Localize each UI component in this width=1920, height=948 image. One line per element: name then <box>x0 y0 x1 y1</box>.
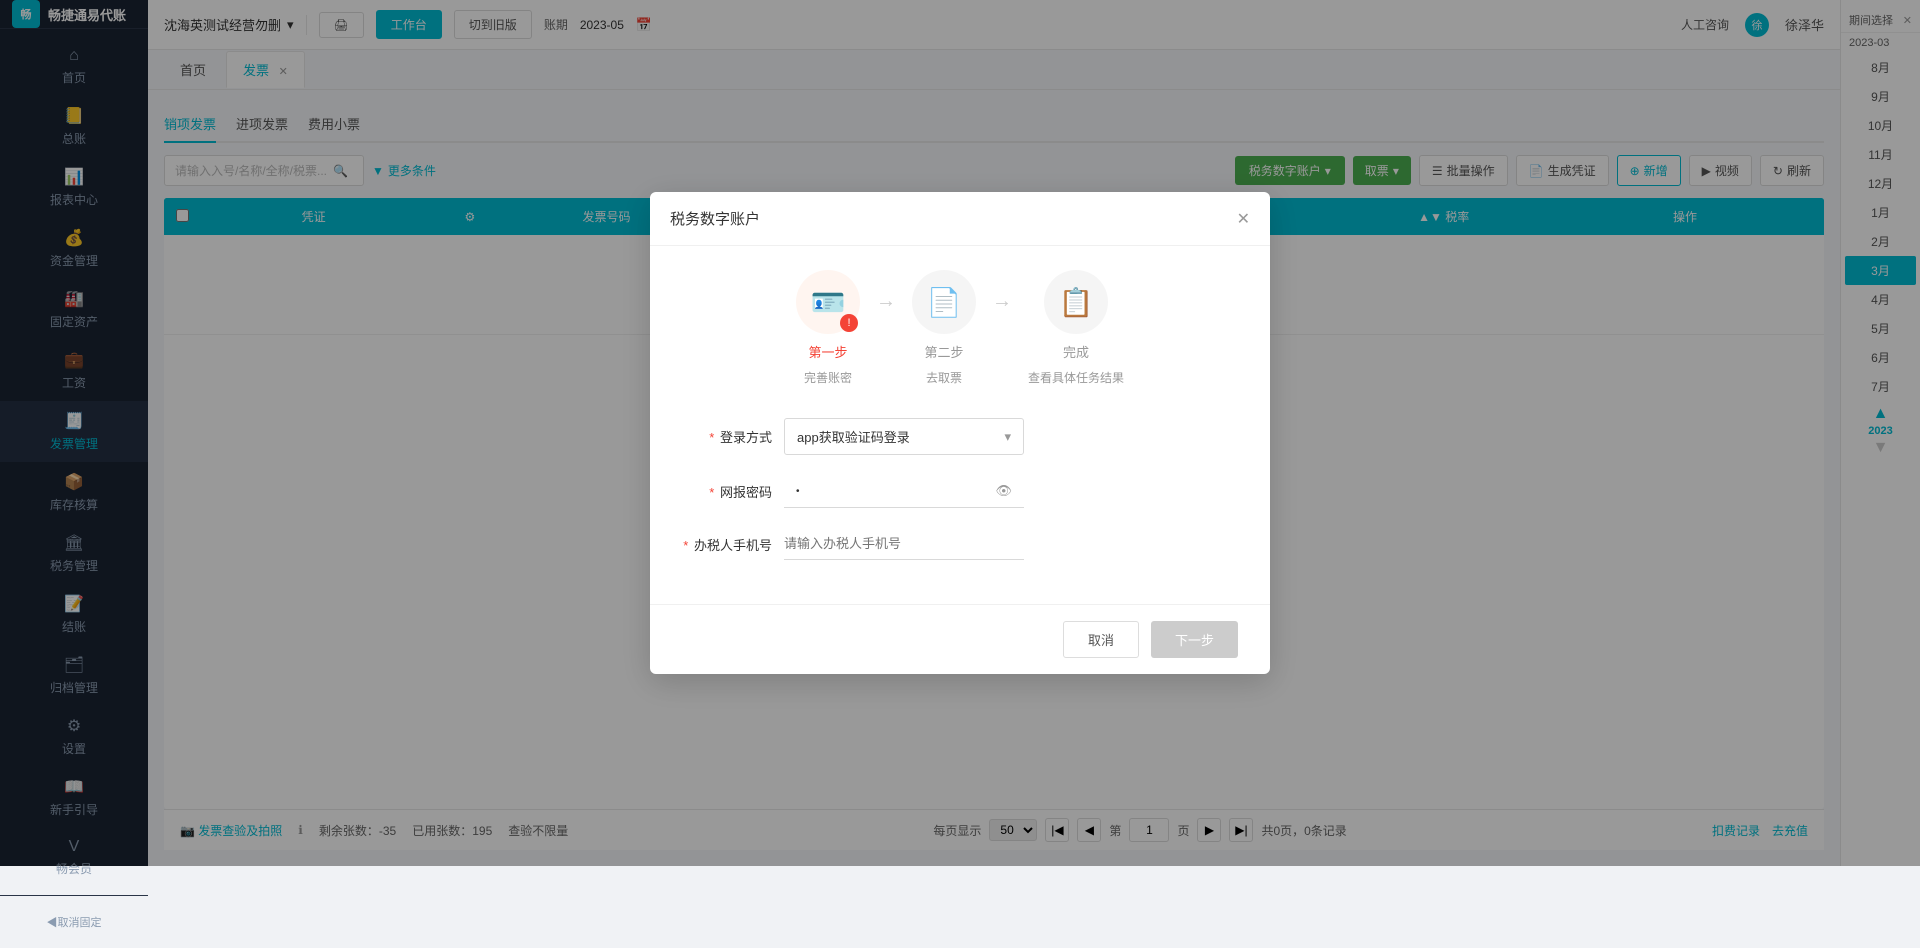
step2-label: 第二步 <box>924 342 963 361</box>
step3-desc: 查看具体任务结果 <box>1028 369 1124 386</box>
password-row: * 网报密码 • 👁 <box>682 475 1238 508</box>
step1-badge: ! <box>840 314 858 332</box>
login-method-row: * 登录方式 app获取验证码登录 ▾ <box>682 418 1238 455</box>
step-1: 🪪 ! 第一步 完善账密 <box>796 270 860 386</box>
dialog-header: 税务数字账户 ✕ <box>650 192 1270 246</box>
cancel-fixed-btn[interactable]: ◀取消固定 <box>0 906 148 938</box>
login-method-label: * 登录方式 <box>682 427 772 446</box>
step1-icon: 🪪 ! <box>796 270 860 334</box>
steps: 🪪 ! 第一步 完善账密 → 📄 第二步 去取票 → <box>682 270 1238 386</box>
password-label: * 网报密码 <box>682 482 772 501</box>
phone-row: * 办税人手机号 <box>682 528 1238 560</box>
dialog-body: 🪪 ! 第一步 完善账密 → 📄 第二步 去取票 → <box>650 246 1270 604</box>
dialog-close-btn[interactable]: ✕ <box>1237 209 1250 229</box>
step3-label: 完成 <box>1063 342 1089 361</box>
step2-icon: 📄 <box>912 270 976 334</box>
login-method-select[interactable]: app获取验证码登录 ▾ <box>784 418 1024 455</box>
step3-icon: 📋 <box>1044 270 1108 334</box>
step-2: 📄 第二步 去取票 <box>912 270 976 386</box>
cancel-btn[interactable]: 取消 <box>1063 621 1139 658</box>
dialog-footer: 取消 下一步 <box>650 604 1270 674</box>
next-btn[interactable]: 下一步 <box>1151 621 1238 658</box>
chevron-down-icon: ▾ <box>1004 429 1011 445</box>
phone-input[interactable] <box>784 528 1024 560</box>
step-arrow-2: → <box>992 290 1012 313</box>
phone-label: * 办税人手机号 <box>682 535 772 554</box>
step-arrow-1: → <box>876 290 896 313</box>
dialog-overlay: 税务数字账户 ✕ 🪪 ! 第一步 完善账密 → 📄 <box>0 0 1920 866</box>
step1-desc: 完善账密 <box>804 369 852 386</box>
step1-label: 第一步 <box>808 342 847 361</box>
tax-account-dialog: 税务数字账户 ✕ 🪪 ! 第一步 完善账密 → 📄 <box>650 192 1270 674</box>
dialog-title: 税务数字账户 <box>670 208 760 229</box>
step2-desc: 去取票 <box>926 369 962 386</box>
step-3: 📋 完成 查看具体任务结果 <box>1028 270 1124 386</box>
sidebar-bottom: ◀取消固定 <box>0 895 148 948</box>
password-input[interactable]: • 👁 <box>784 475 1024 508</box>
eye-icon[interactable]: 👁 <box>995 483 1012 499</box>
